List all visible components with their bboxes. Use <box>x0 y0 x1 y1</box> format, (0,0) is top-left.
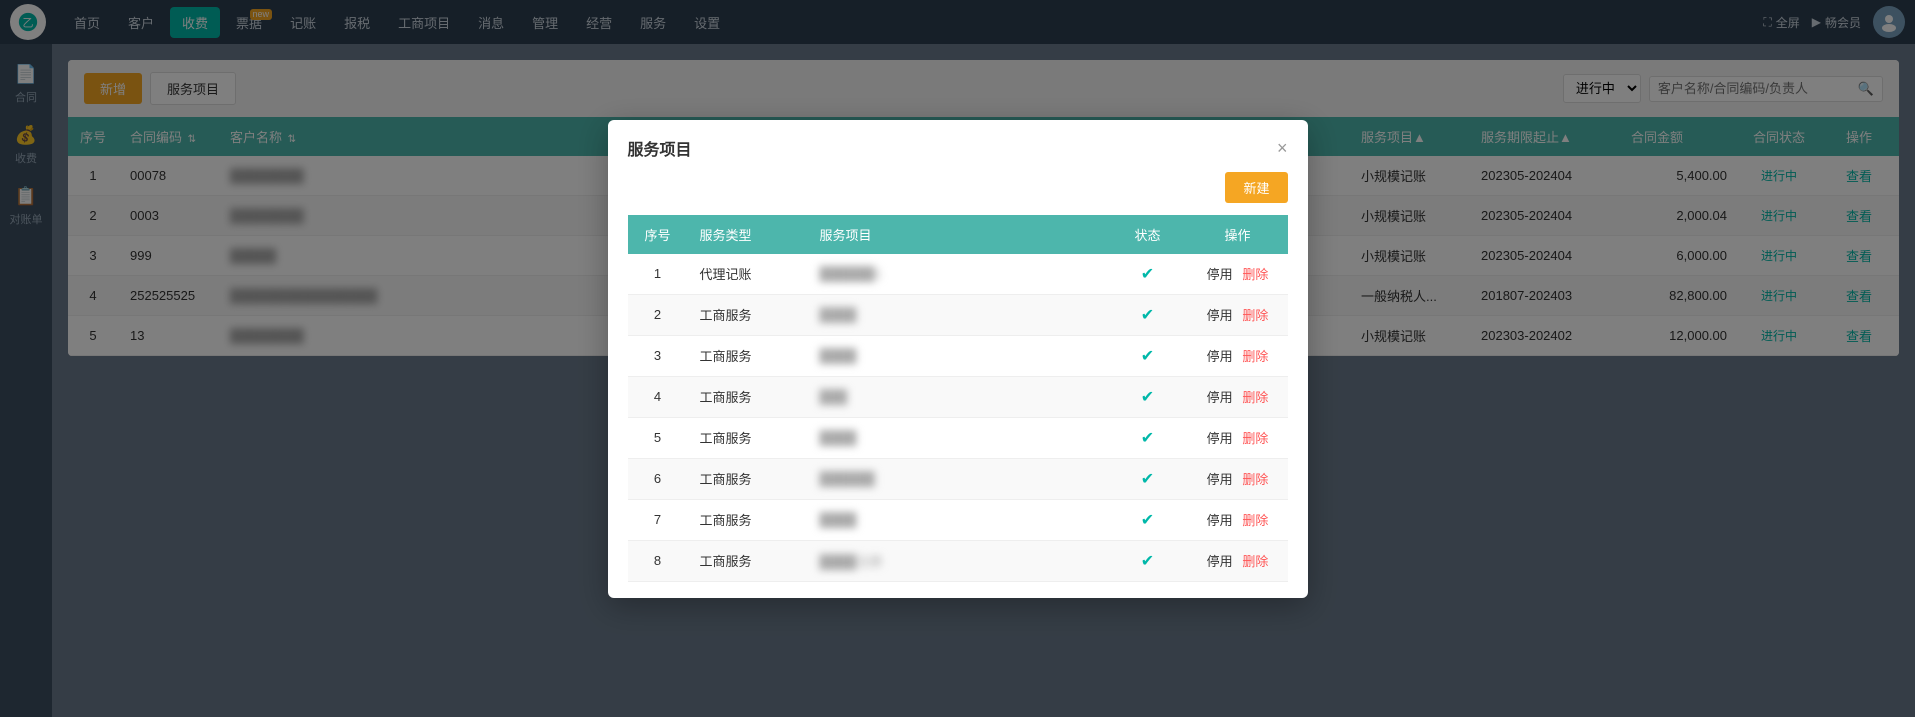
modal-cell-type: 工商服务 <box>688 540 808 581</box>
modal-cell-seq: 2 <box>628 294 688 335</box>
modal-cell-action: 停用 删除 <box>1188 376 1288 417</box>
modal-cell-action: 停用 删除 <box>1188 335 1288 376</box>
modal-cell-seq: 5 <box>628 417 688 458</box>
modal-cell-seq: 1 <box>628 254 688 295</box>
modal-cell-type: 工商服务 <box>688 458 808 499</box>
modal-th-action: 操作 <box>1188 215 1288 254</box>
modal-cell-seq: 8 <box>628 540 688 581</box>
stop-button[interactable]: 停用 <box>1207 554 1233 569</box>
modal-cell-status: ✔ <box>1108 376 1188 417</box>
service-item-modal: 服务项目 × 新建 序号 服务类型 服务项目 状态 操作 1 <box>608 120 1308 598</box>
delete-button[interactable]: 删除 <box>1242 308 1268 323</box>
modal-title: 服务项目 <box>628 136 692 160</box>
modal-header-row: 序号 服务类型 服务项目 状态 操作 <box>628 215 1288 254</box>
modal-cell-seq: 4 <box>628 376 688 417</box>
modal-cell-status: ✔ <box>1108 417 1188 458</box>
modal-cell-action: 停用 删除 <box>1188 540 1288 581</box>
modal-cell-seq: 6 <box>628 458 688 499</box>
modal-cell-item: ████ <box>808 417 1108 458</box>
stop-button[interactable]: 停用 <box>1207 431 1233 446</box>
modal-cell-action: 停用 删除 <box>1188 458 1288 499</box>
modal-cell-type: 工商服务 <box>688 417 808 458</box>
modal-table-row: 4 工商服务 ███ ✔ 停用 删除 <box>628 376 1288 417</box>
modal-cell-item: ██████ <box>808 458 1108 499</box>
status-check-icon: ✔ <box>1141 348 1154 365</box>
modal-cell-seq: 3 <box>628 335 688 376</box>
modal-cell-status: ✔ <box>1108 540 1188 581</box>
modal-cell-item: ████ <box>808 499 1108 540</box>
status-check-icon: ✔ <box>1141 471 1154 488</box>
modal-cell-type: 工商服务 <box>688 376 808 417</box>
modal-cell-item: ██████1 <box>808 254 1108 295</box>
modal-cell-action: 停用 删除 <box>1188 254 1288 295</box>
modal-cell-status: ✔ <box>1108 294 1188 335</box>
status-check-icon: ✔ <box>1141 307 1154 324</box>
modal-table-row: 8 工商服务 ████注册 ✔ 停用 删除 <box>628 540 1288 581</box>
modal-cell-type: 代理记账 <box>688 254 808 295</box>
delete-button[interactable]: 删除 <box>1242 349 1268 364</box>
modal-cell-action: 停用 删除 <box>1188 294 1288 335</box>
delete-button[interactable]: 删除 <box>1242 472 1268 487</box>
stop-button[interactable]: 停用 <box>1207 267 1233 282</box>
stop-button[interactable]: 停用 <box>1207 349 1233 364</box>
modal-th-type: 服务类型 <box>688 215 808 254</box>
modal-cell-item: ████ <box>808 335 1108 376</box>
modal-cell-status: ✔ <box>1108 499 1188 540</box>
modal-cell-action: 停用 删除 <box>1188 417 1288 458</box>
modal-close-button[interactable]: × <box>1277 139 1288 157</box>
modal-cell-type: 工商服务 <box>688 294 808 335</box>
modal-th-status: 状态 <box>1108 215 1188 254</box>
modal-table-row: 2 工商服务 ████ ✔ 停用 删除 <box>628 294 1288 335</box>
stop-button[interactable]: 停用 <box>1207 390 1233 405</box>
status-check-icon: ✔ <box>1141 553 1154 570</box>
modal-cell-status: ✔ <box>1108 254 1188 295</box>
modal-new-button[interactable]: 新建 <box>1225 172 1287 203</box>
modal-body: 序号 服务类型 服务项目 状态 操作 1 代理记账 ██████1 ✔ 停用 删… <box>608 215 1308 598</box>
modal-table-row: 1 代理记账 ██████1 ✔ 停用 删除 <box>628 254 1288 295</box>
status-check-icon: ✔ <box>1141 266 1154 283</box>
modal-table-row: 5 工商服务 ████ ✔ 停用 删除 <box>628 417 1288 458</box>
delete-button[interactable]: 删除 <box>1242 390 1268 405</box>
status-check-icon: ✔ <box>1141 389 1154 406</box>
modal-th-item: 服务项目 <box>808 215 1108 254</box>
status-check-icon: ✔ <box>1141 512 1154 529</box>
modal-overlay[interactable]: 服务项目 × 新建 序号 服务类型 服务项目 状态 操作 1 <box>0 0 1915 717</box>
modal-toolbar: 新建 <box>608 160 1308 215</box>
modal-cell-seq: 7 <box>628 499 688 540</box>
modal-th-seq: 序号 <box>628 215 688 254</box>
modal-cell-status: ✔ <box>1108 458 1188 499</box>
modal-cell-item: ███ <box>808 376 1108 417</box>
modal-cell-action: 停用 删除 <box>1188 499 1288 540</box>
modal-cell-type: 工商服务 <box>688 335 808 376</box>
stop-button[interactable]: 停用 <box>1207 308 1233 323</box>
modal-service-table: 序号 服务类型 服务项目 状态 操作 1 代理记账 ██████1 ✔ 停用 删… <box>628 215 1288 582</box>
stop-button[interactable]: 停用 <box>1207 472 1233 487</box>
stop-button[interactable]: 停用 <box>1207 513 1233 528</box>
modal-table-row: 3 工商服务 ████ ✔ 停用 删除 <box>628 335 1288 376</box>
modal-header: 服务项目 × <box>608 120 1308 160</box>
modal-cell-item: ████ <box>808 294 1108 335</box>
modal-cell-item: ████注册 <box>808 540 1108 581</box>
delete-button[interactable]: 删除 <box>1242 513 1268 528</box>
modal-table-row: 7 工商服务 ████ ✔ 停用 删除 <box>628 499 1288 540</box>
delete-button[interactable]: 删除 <box>1242 554 1268 569</box>
modal-cell-status: ✔ <box>1108 335 1188 376</box>
status-check-icon: ✔ <box>1141 430 1154 447</box>
modal-cell-type: 工商服务 <box>688 499 808 540</box>
modal-table-row: 6 工商服务 ██████ ✔ 停用 删除 <box>628 458 1288 499</box>
delete-button[interactable]: 删除 <box>1242 267 1268 282</box>
delete-button[interactable]: 删除 <box>1242 431 1268 446</box>
